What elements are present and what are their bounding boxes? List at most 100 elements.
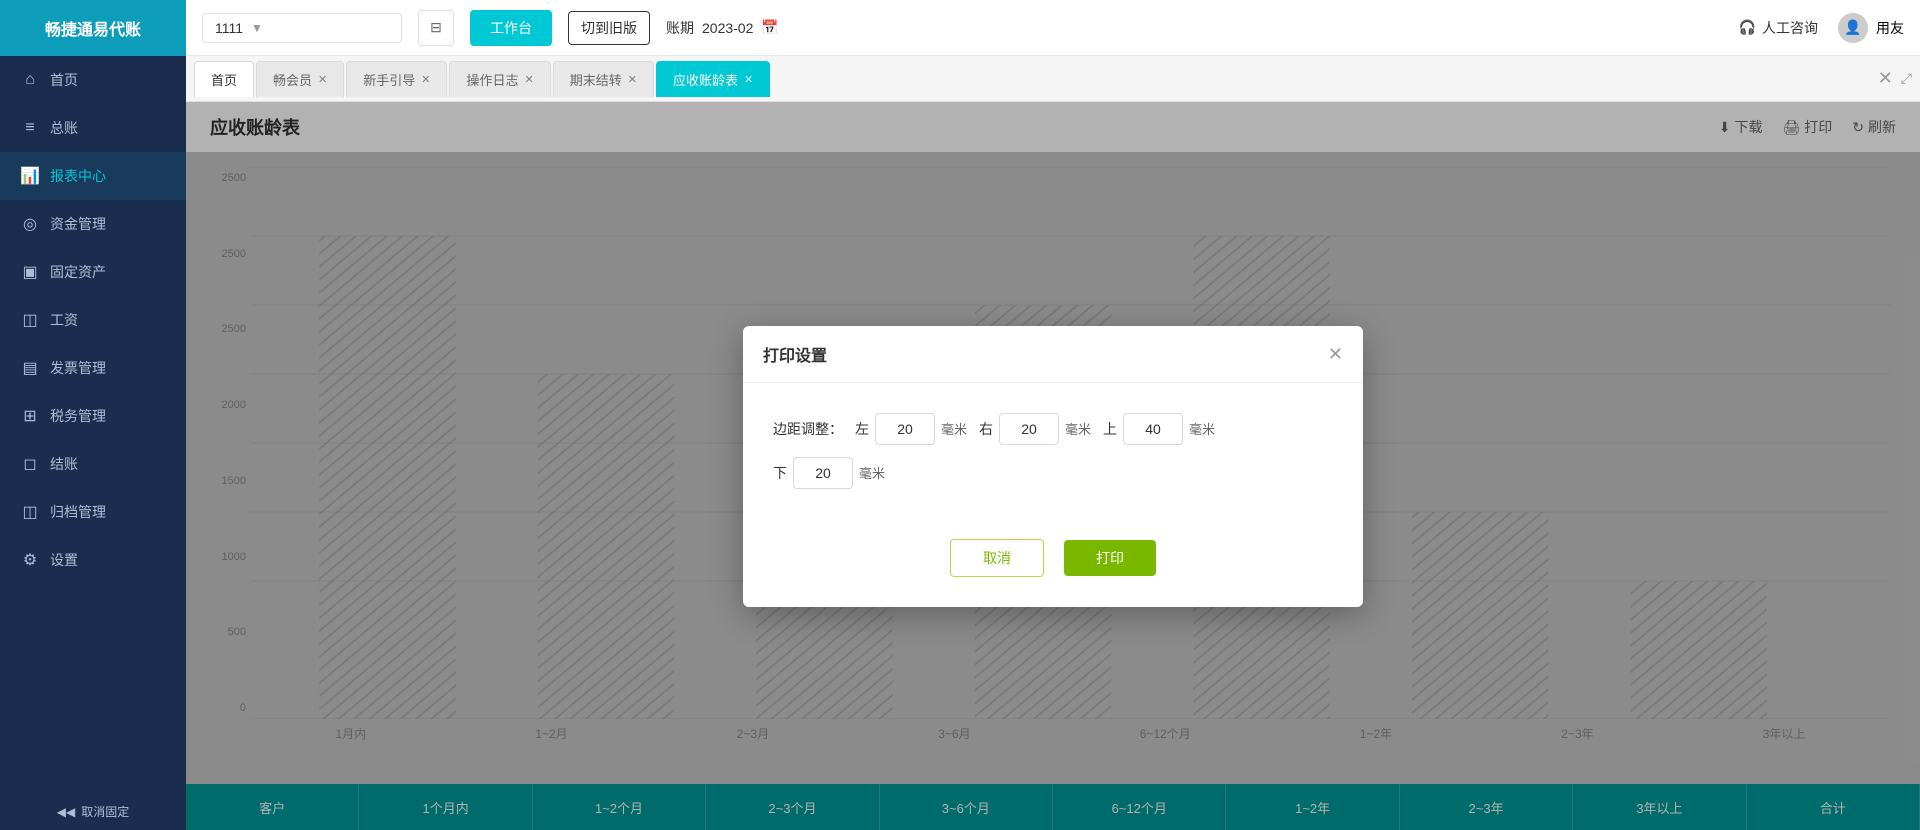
support-button[interactable]: 🎧 人工咨询 [1739,18,1818,38]
sidebar-item-home[interactable]: ⌂ 首页 [0,56,186,104]
tax-icon: ⊞ [20,406,40,426]
sidebar-item-funds[interactable]: ◎ 资金管理 [0,200,186,248]
workbench-button[interactable]: 工作台 [470,10,552,46]
tab-log-label: 操作日志 [466,70,518,89]
funds-icon: ◎ [20,214,40,234]
sidebar-item-label: 发票管理 [50,358,106,378]
sidebar-item-label: 工资 [50,310,78,330]
avatar-icon: 👤 [1844,19,1861,36]
right-margin-input[interactable] [999,413,1059,445]
sidebar-collapse-btn[interactable]: ◀◀ 取消固定 [0,793,186,830]
tab-guide-label: 新手引导 [363,70,415,89]
sidebar-item-assets[interactable]: ▣ 固定资产 [0,248,186,296]
tab-guide[interactable]: 新手引导 ✕ [346,61,447,97]
sidebar-item-ledger[interactable]: ≡ 总账 [0,104,186,152]
tabs-expand-button[interactable]: ⤢ [1901,70,1912,87]
sidebar-item-label: 首页 [50,70,78,90]
bottom-margin-input[interactable] [793,457,853,489]
ledger-icon: ≡ [20,119,40,137]
logo-text: 畅捷通易代账 [45,16,141,40]
tab-period-end-close[interactable]: ✕ [628,73,637,86]
cancel-label: 取消 [983,550,1011,566]
topbar: 1111 ▼ ⊟ 工作台 切到旧版 账期 2023-02 📅 🎧 人工咨询 [186,0,1920,56]
company-selector[interactable]: 1111 ▼ [202,13,402,43]
headset-icon: 🎧 [1739,19,1756,36]
salary-icon: ◫ [20,310,40,330]
right-margin-group: 右 毫米 [979,413,1091,445]
home-icon: ⌂ [20,71,40,89]
assets-icon: ▣ [20,262,40,282]
support-label: 人工咨询 [1762,18,1818,38]
period-display: 账期 2023-02 📅 [666,18,779,38]
left-margin-input[interactable] [875,413,935,445]
tab-receivable[interactable]: 应收账龄表 ✕ [656,61,770,97]
tabs-close-all-button[interactable]: ✕ [1878,68,1893,89]
period-value: 2023-02 [702,20,753,36]
sidebar-item-label: 固定资产 [50,262,106,282]
tab-vip-label: 畅会员 [273,70,312,89]
margin-label: 边距调整： [773,419,843,439]
tab-home[interactable]: 首页 [194,61,254,97]
tab-guide-close[interactable]: ✕ [421,73,430,86]
tab-vip[interactable]: 畅会员 ✕ [256,61,344,97]
right-dir-label: 右 [979,419,993,439]
copy-icon-btn[interactable]: ⊟ [418,10,454,46]
confirm-print-button[interactable]: 打印 [1064,540,1156,576]
copy-icon: ⊟ [430,19,442,36]
left-unit: 毫米 [941,419,967,438]
dialog-close-button[interactable]: ✕ [1328,345,1343,363]
main-area: 1111 ▼ ⊟ 工作台 切到旧版 账期 2023-02 📅 🎧 人工咨询 [186,0,1920,830]
tabs-right-controls: ✕ ⤢ [1878,68,1912,89]
sidebar-nav: ⌂ 首页 ≡ 总账 📊 报表中心 ◎ 资金管理 ▣ 固定资产 ◫ 工资 [0,56,186,793]
dialog-body: 边距调整： 左 毫米 右 毫米 [743,383,1363,519]
modal-overlay: 打印设置 ✕ 边距调整： 左 毫米 右 [186,102,1920,830]
switch-label: 切到旧版 [581,20,637,36]
dialog-header: 打印设置 ✕ [743,326,1363,383]
bottom-unit: 毫米 [859,463,885,482]
sidebar-item-label: 资金管理 [50,214,106,234]
sidebar-item-settings[interactable]: ⚙ 设置 [0,536,186,584]
top-dir-label: 上 [1103,419,1117,439]
sidebar: 畅捷通易代账 ⌂ 首页 ≡ 总账 📊 报表中心 ◎ 资金管理 ▣ 固定资产 [0,0,186,830]
tab-log-close[interactable]: ✕ [525,73,534,86]
period-label: 账期 [666,18,694,38]
content-area: 应收账龄表 ⬇ 下载 🖨 打印 ↻ 刷新 [186,102,1920,830]
cancel-button[interactable]: 取消 [950,539,1044,577]
company-name: 1111 [215,20,243,36]
sidebar-item-salary[interactable]: ◫ 工资 [0,296,186,344]
sidebar-item-label: 总账 [50,118,78,138]
top-margin-group: 上 毫米 [1103,413,1215,445]
sidebar-item-archive[interactable]: ◫ 归档管理 [0,488,186,536]
margin-settings-row: 边距调整： 左 毫米 右 毫米 [773,413,1333,489]
dialog-title: 打印设置 [763,342,827,366]
sidebar-item-invoice[interactable]: ▤ 发票管理 [0,344,186,392]
tab-log[interactable]: 操作日志 ✕ [449,61,550,97]
sidebar-item-reports[interactable]: 📊 报表中心 [0,152,186,200]
archive-icon: ◫ [20,502,40,522]
topbar-right: 🎧 人工咨询 👤 用友 [1739,13,1904,43]
user-menu[interactable]: 👤 用友 [1838,13,1904,43]
calendar-icon[interactable]: 📅 [761,19,778,36]
left-dir-label: 左 [855,419,869,439]
tab-period-end[interactable]: 期末结转 ✕ [553,61,654,97]
top-margin-input[interactable] [1123,413,1183,445]
invoice-icon: ▤ [20,358,40,378]
left-margin-group: 左 毫米 [855,413,967,445]
sidebar-logo: 畅捷通易代账 [0,0,186,56]
tab-vip-close[interactable]: ✕ [318,73,327,86]
settings-icon: ⚙ [20,550,40,570]
collapse-arrow: ◀◀ [57,805,75,819]
tab-receivable-close[interactable]: ✕ [744,73,753,86]
top-unit: 毫米 [1189,419,1215,438]
company-dropdown-arrow: ▼ [251,21,263,35]
sidebar-item-label: 归档管理 [50,502,106,522]
sidebar-item-label: 报表中心 [50,166,106,186]
switch-version-button[interactable]: 切到旧版 [568,11,650,45]
sidebar-item-tax[interactable]: ⊞ 税务管理 [0,392,186,440]
tab-receivable-label: 应收账龄表 [673,70,738,89]
print-confirm-label: 打印 [1096,550,1124,566]
sidebar-item-label: 设置 [50,550,78,570]
sidebar-item-checkout[interactable]: ◻ 结账 [0,440,186,488]
bottom-margin-group: 下 毫米 [773,457,885,489]
checkout-icon: ◻ [20,454,40,474]
